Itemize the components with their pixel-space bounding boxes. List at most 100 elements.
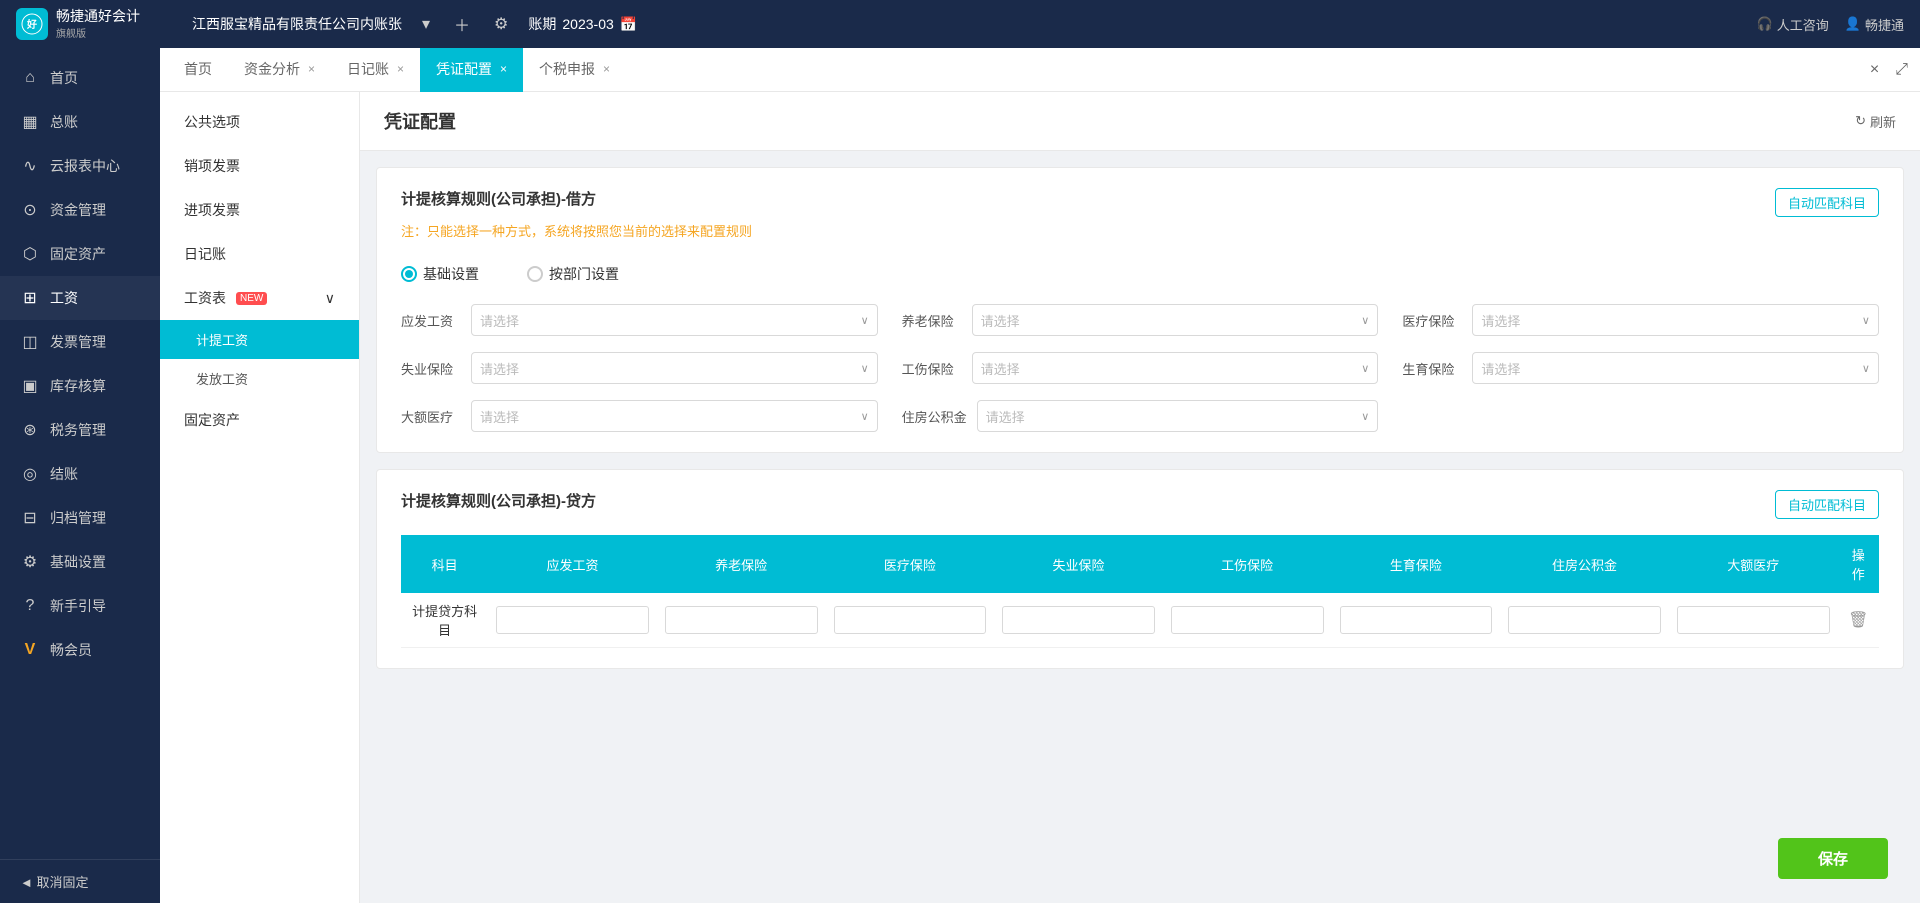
cell-daeliao (1669, 593, 1838, 648)
auto-match-debit-btn[interactable]: 自动匹配科目 (1775, 188, 1879, 217)
leftnav-journal[interactable]: 日记账 (160, 232, 359, 276)
select-yiliao[interactable]: 请选择 ∨ (1472, 304, 1879, 336)
select-yingfa[interactable]: 请选择 ∨ (471, 304, 878, 336)
label-zhufang: 住房公积金 (902, 407, 967, 426)
tab-voucher-config[interactable]: 凭证配置 × (420, 48, 523, 92)
ledger-icon: ▦ (20, 112, 40, 132)
input-zhufang[interactable] (1508, 606, 1661, 634)
sidebar-item-reports[interactable]: ∿ 云报表中心 (0, 144, 160, 188)
col-shengyu: 生育保险 (1332, 535, 1501, 593)
sidebar-item-guide[interactable]: ? 新手引导 (0, 584, 160, 628)
input-yingfa[interactable] (496, 606, 649, 634)
add-tab-btn[interactable]: ＋ (450, 8, 474, 40)
leftnav-salary-calc[interactable]: 计提工资 (160, 320, 359, 359)
select-gongshang[interactable]: 请选择 ∨ (972, 352, 1379, 384)
save-button[interactable]: 保存 (1778, 838, 1888, 879)
sidebar-item-salary[interactable]: ⊞ 工资 (0, 276, 160, 320)
chevron-down-icon: ∨ (1862, 314, 1870, 327)
leftnav-salary-pay[interactable]: 发放工资 (160, 359, 359, 398)
tab-home[interactable]: 首页 (168, 48, 228, 92)
sidebar-item-assets[interactable]: ⬡ 固定资产 (0, 232, 160, 276)
refresh-btn[interactable]: ↻ 刷新 (1855, 112, 1896, 131)
tab-finance[interactable]: 资金分析 × (228, 48, 331, 92)
input-daeliao[interactable] (1677, 606, 1830, 634)
checkout-icon: ◎ (20, 464, 40, 484)
left-nav: 公共选项 销项发票 进项发票 日记账 工资表 NEW ∨ (160, 92, 360, 903)
select-zhufang[interactable]: 请选择 ∨ (977, 400, 1379, 432)
ai-consult-btn[interactable]: 🎧 人工咨询 (1757, 15, 1829, 34)
tab-tax-close[interactable]: × (603, 62, 610, 76)
input-yanglao[interactable] (665, 606, 818, 634)
leftnav-public[interactable]: 公共选项 (160, 100, 359, 144)
guide-icon: ? (20, 597, 40, 615)
leftnav-fixed-assets[interactable]: 固定资产 (160, 398, 359, 442)
tab-journal-close[interactable]: × (397, 62, 404, 76)
leftnav-salary-table[interactable]: 工资表 NEW ∨ (160, 276, 359, 320)
cell-yanglao (657, 593, 826, 648)
tab-finance-close[interactable]: × (308, 62, 315, 76)
company-name: 江西服宝精品有限责任公司内账张 (192, 14, 402, 34)
cell-shengyu (1332, 593, 1501, 648)
col-kemu: 科目 (401, 535, 488, 593)
form-item-yanglao: 养老保险 请选择 ∨ (902, 304, 1379, 336)
cell-yiliao (826, 593, 995, 648)
col-shiye: 失业保险 (994, 535, 1163, 593)
select-yanglao[interactable]: 请选择 ∨ (972, 304, 1379, 336)
fullscreen-btn[interactable]: ⤢ (1891, 57, 1912, 83)
input-yiliao[interactable] (834, 606, 987, 634)
app-subtitle: 旗舰版 (56, 25, 140, 40)
chevron-down-icon: ∨ (1361, 362, 1369, 375)
logo-area: 好 畅捷通好会计 旗舰版 (16, 8, 176, 40)
section-credit-header: 计提核算规则(公司承担)-贷方 自动匹配科目 (401, 490, 1879, 527)
select-shiye[interactable]: 请选择 ∨ (471, 352, 878, 384)
cell-gongshang (1163, 593, 1332, 648)
row-delete-btn[interactable]: 🗑 (1848, 610, 1868, 630)
period-display: 账期 2023-03 📅 (528, 14, 637, 34)
leftnav-sales[interactable]: 销项发票 (160, 144, 359, 188)
salary-icon: ⊞ (20, 288, 40, 308)
sidebar-item-ledger[interactable]: ▦ 总账 (0, 100, 160, 144)
tab-journal[interactable]: 日记账 × (331, 48, 420, 92)
credit-table: 科目 应发工资 养老保险 医疗保险 失业保险 工伤保险 生育保险 住房公积金 大… (401, 535, 1879, 648)
label-yanglao: 养老保险 (902, 311, 962, 330)
cell-action: 🗑 (1838, 593, 1879, 648)
tab-tax[interactable]: 个税申报 × (523, 48, 626, 92)
select-daeliao[interactable]: 请选择 ∨ (471, 400, 878, 432)
sidebar-item-checkout[interactable]: ◎ 结账 (0, 452, 160, 496)
content-area: 首页 资金分析 × 日记账 × 凭证配置 × 个税申报 × × ⤢ (160, 48, 1920, 903)
section-credit-title: 计提核算规则(公司承担)-贷方 (401, 490, 596, 511)
auto-match-credit-btn[interactable]: 自动匹配科目 (1775, 490, 1879, 519)
bottom-spacer (360, 685, 1920, 765)
tab-bar: 首页 资金分析 × 日记账 × 凭证配置 × 个税申报 × × ⤢ (160, 48, 1920, 92)
tab-voucher-close[interactable]: × (500, 62, 507, 76)
select-shengyu[interactable]: 请选择 ∨ (1472, 352, 1879, 384)
sidebar-item-tax[interactable]: ⊛ 税务管理 (0, 408, 160, 452)
close-all-tabs-btn[interactable]: × (1866, 57, 1883, 83)
company-dropdown-btn[interactable]: ▾ (418, 10, 434, 38)
leftnav-purchase[interactable]: 进项发票 (160, 188, 359, 232)
sidebar-item-archive[interactable]: ⊟ 归档管理 (0, 496, 160, 540)
form-item-shengyu: 生育保险 请选择 ∨ (1402, 352, 1879, 384)
invoice-icon: ◫ (20, 332, 40, 352)
input-shiye[interactable] (1002, 606, 1155, 634)
sidebar-item-invoice[interactable]: ◫ 发票管理 (0, 320, 160, 364)
sidebar-item-finance[interactable]: ⊙ 资金管理 (0, 188, 160, 232)
page-title: 凭证配置 (384, 108, 456, 134)
sidebar-item-inventory[interactable]: ▣ 库存核算 (0, 364, 160, 408)
input-gongshang[interactable] (1171, 606, 1324, 634)
table-row: 计提贷方科目 🗑 (401, 593, 1879, 648)
input-shengyu[interactable] (1340, 606, 1493, 634)
user-menu-btn[interactable]: 👤 畅捷通 (1845, 15, 1904, 34)
page-header: 凭证配置 ↻ 刷新 (360, 92, 1920, 151)
sidebar-item-home[interactable]: ⌂ 首页 (0, 56, 160, 100)
sidebar-item-settings[interactable]: ⚙ 基础设置 (0, 540, 160, 584)
radio-basic[interactable]: 基础设置 (401, 264, 479, 284)
section-debit-title: 计提核算规则(公司承担)-借方 (401, 188, 752, 209)
col-yiliao: 医疗保险 (826, 535, 995, 593)
sidebar-cancel-fix-btn[interactable]: ◄ 取消固定 (0, 859, 160, 903)
header-middle: 江西服宝精品有限责任公司内账张 ▾ ＋ ⚙ 账期 2023-03 📅 (176, 8, 1757, 40)
settings-btn[interactable]: ⚙ (490, 10, 512, 38)
finance-icon: ⊙ (20, 200, 40, 220)
radio-by-dept[interactable]: 按部门设置 (527, 264, 619, 284)
sidebar-item-vip[interactable]: V 畅会员 (0, 628, 160, 672)
